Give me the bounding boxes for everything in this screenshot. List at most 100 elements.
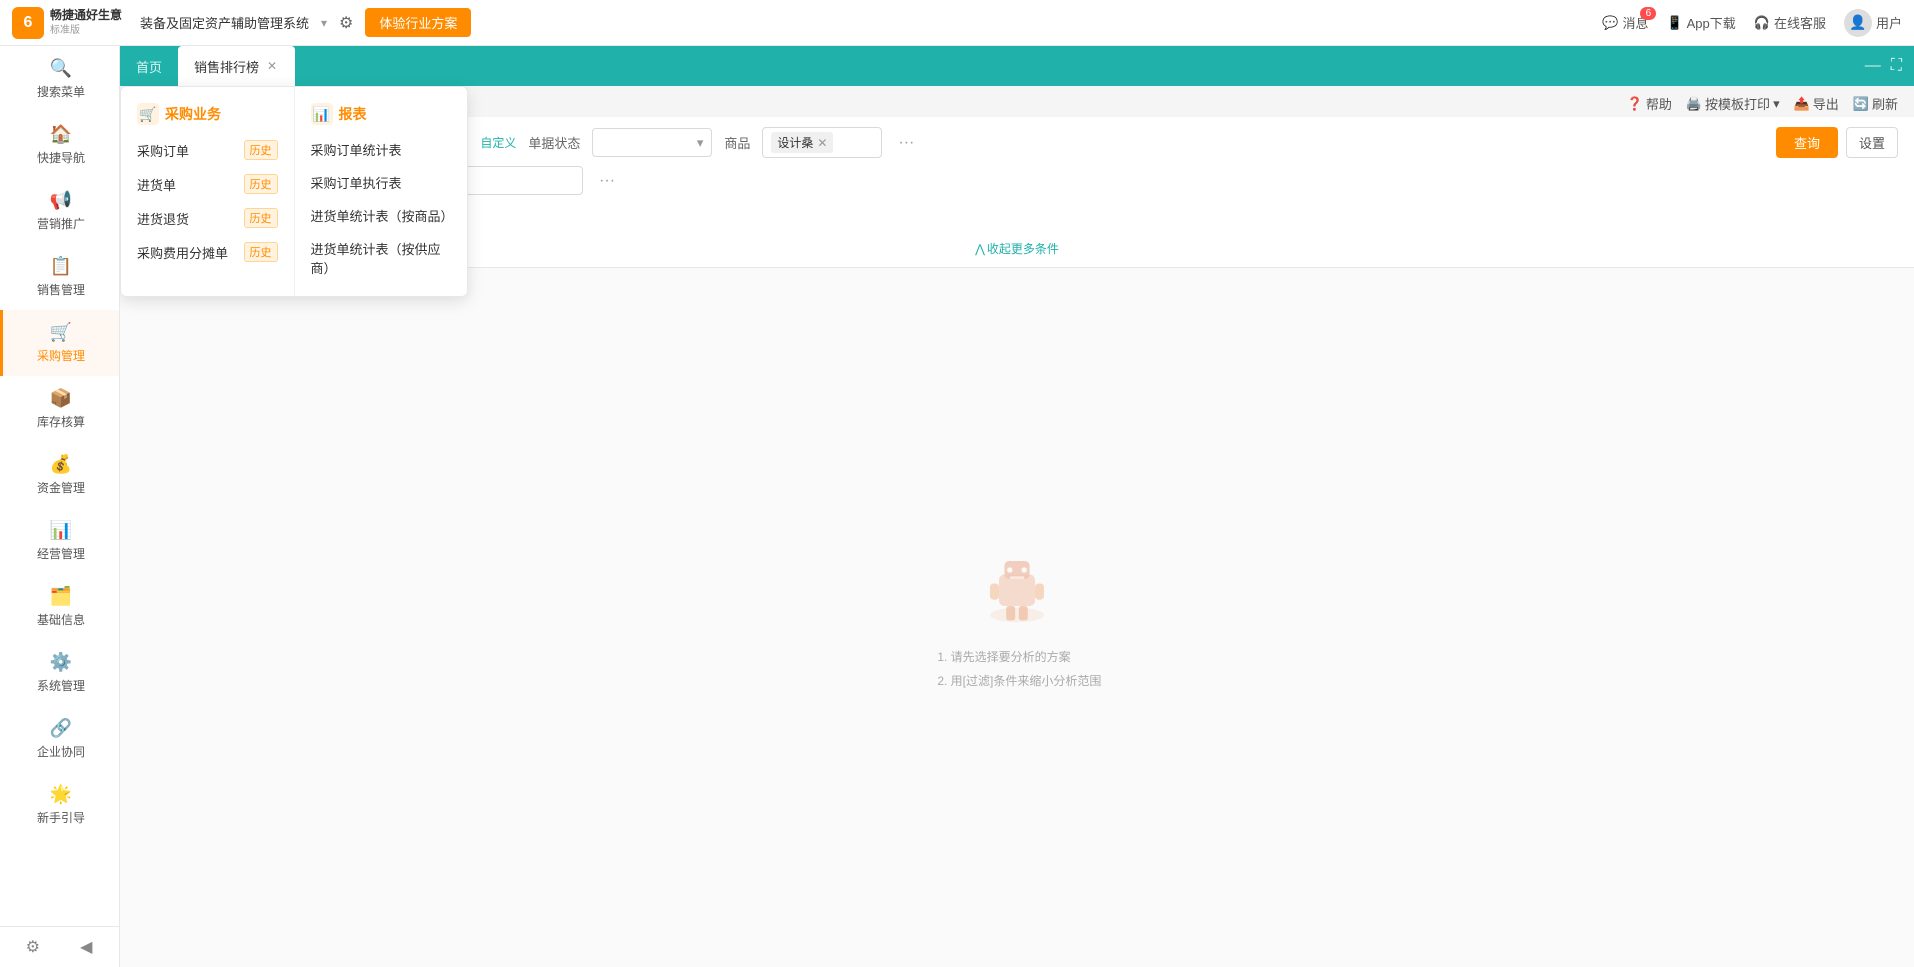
system-icon: ⚙️ [50,652,72,673]
filter-actions: 查询 设置 [1776,127,1898,158]
content-area: 首页 销售排行榜 ✕ — ⛶ 🛒 采购业务 采购订单 历 [120,46,1914,967]
search-icon: 🔍 [50,58,72,79]
collapse-arrow-icon: ⋀ [975,242,985,256]
tab-minimize-icon[interactable]: — [1865,57,1881,75]
history-tag-2: 历史 [244,208,278,228]
sidebar-item-purchase[interactable]: 🛒 采购管理 [0,310,119,376]
help-icon: ❓ [1627,96,1643,112]
salesman-more-btn[interactable]: ··· [595,172,619,190]
sidebar-item-sales[interactable]: 📋 销售管理 [0,244,119,310]
empty-illustration [972,543,1062,633]
online-service-item[interactable]: 🎧 在线客服 [1754,13,1826,32]
logo-area: 6 畅捷通好生意 标准版 [12,7,132,39]
history-tag-3: 历史 [244,242,278,262]
sidebar-item-enterprise[interactable]: 🔗 企业协同 [0,706,119,772]
collapse-button[interactable]: ⋀ 收起更多条件 [975,240,1059,257]
report-col: 📊 报表 采购订单统计表 采购订单执行表 进货单统计表（按商品） 进货单统计表（… [295,87,468,296]
sidebar-collapse-button[interactable]: ◀ [64,937,110,957]
sidebar-item-guide[interactable]: 🌟 新手引导 [0,772,119,838]
refresh-button[interactable]: 🔄 刷新 [1853,94,1898,113]
sidebar-item-finance[interactable]: 💰 资金管理 [0,442,119,508]
dropdown-item-return[interactable]: 进货退货 历史 [121,201,294,235]
dropdown-item-incoming[interactable]: 进货单 历史 [121,167,294,201]
sidebar-item-system[interactable]: ⚙️ 系统管理 [0,640,119,706]
voucher-status-select[interactable]: ▾ [592,128,712,157]
tab-close-icon[interactable]: ✕ [265,57,279,75]
goods-label: 商品 [724,133,750,152]
sidebar-item-inventory[interactable]: 📦 库存核算 [0,376,119,442]
empty-hints: 请先选择要分析的方案 用[过滤]条件来缩小分析范围 [933,645,1102,693]
goods-more-btn[interactable]: ··· [894,134,918,152]
finance-icon: 💰 [50,454,72,475]
goods-tag: 设计桑 ✕ [771,132,833,153]
report-header-icon: 📊 [311,103,333,125]
main-content: 请先选择要分析的方案 用[过滤]条件来缩小分析范围 [120,268,1914,967]
export-icon: 📤 [1794,96,1810,112]
sidebar: 🔍 搜索菜单 🏠 快捷导航 📢 营销推广 📋 销售管理 🛒 采购管理 📦 库存核… [0,46,120,967]
sidebar-item-quick-nav[interactable]: 🏠 快捷导航 [0,112,119,178]
messages-item[interactable]: 💬 消息 6 [1602,13,1648,32]
voucher-status-label: 单据状态 [528,133,580,152]
history-tag-0: 历史 [244,140,278,160]
dropdown-item-report-2[interactable]: 进货单统计表（按商品） [295,199,468,232]
guide-icon: 🌟 [50,784,72,805]
query-button[interactable]: 查询 [1776,127,1838,158]
avatar: 👤 [1844,9,1872,37]
purchase-header: 🛒 采购业务 [121,99,294,133]
operations-icon: 📊 [50,520,72,541]
logo-icon: 6 [12,7,44,39]
home-icon: 🏠 [50,124,72,145]
dropdown-item-report-1[interactable]: 采购订单执行表 [295,166,468,199]
headset-icon: 🎧 [1754,15,1770,31]
export-button[interactable]: 📤 导出 [1794,94,1839,113]
report-header: 📊 报表 [295,99,468,133]
main-layout: 🔍 搜索菜单 🏠 快捷导航 📢 营销推广 📋 销售管理 🛒 采购管理 📦 库存核… [0,46,1914,967]
goods-tag-remove[interactable]: ✕ [817,136,827,150]
sidebar-bottom: ⚙ ◀ [0,926,119,967]
top-bar: 6 畅捷通好生意 标准版 装备及固定资产辅助管理系统 ▾ ⚙ 体验行业方案 💬 … [0,0,1914,46]
refresh-icon: 🔄 [1853,96,1869,112]
sales-icon: 📋 [50,256,72,277]
sidebar-item-marketing[interactable]: 📢 营销推广 [0,178,119,244]
tab-sales-rank[interactable]: 销售排行榜 ✕ [178,46,295,86]
voucher-status-caret: ▾ [697,135,704,151]
tab-home[interactable]: 首页 [120,46,178,86]
history-tag-1: 历史 [244,174,278,194]
sidebar-item-basic-info[interactable]: 🗂️ 基础信息 [0,574,119,640]
tab-bar: 首页 销售排行榜 ✕ — ⛶ [120,46,1914,86]
settings-button[interactable]: 设置 [1846,127,1898,158]
help-button[interactable]: ❓ 帮助 [1627,94,1672,113]
empty-state: 请先选择要分析的方案 用[过滤]条件来缩小分析范围 [933,543,1102,693]
print-icon: 🖨️ [1686,96,1702,112]
dropdown-item-report-0[interactable]: 采购订单统计表 [295,133,468,166]
sidebar-item-search[interactable]: 🔍 搜索菜单 [0,46,119,112]
system-dropdown-arrow[interactable]: ▾ [321,16,327,30]
marketing-icon: 📢 [50,190,72,211]
inventory-icon: 📦 [50,388,72,409]
system-settings-icon[interactable]: ⚙ [339,13,353,33]
dropdown-item-purchase-order[interactable]: 采购订单 历史 [121,133,294,167]
print-dropdown-icon[interactable]: ▾ [1773,96,1780,112]
user-item[interactable]: 👤 用户 [1844,9,1902,37]
dropdown-item-expense[interactable]: 采购费用分摊单 历史 [121,235,294,269]
sidebar-item-operations[interactable]: 📊 经营管理 [0,508,119,574]
industry-button[interactable]: 体验行业方案 [365,8,471,37]
print-button[interactable]: 🖨️ 按模板打印 ▾ [1686,94,1780,113]
sidebar-settings-button[interactable]: ⚙ [10,937,56,957]
phone-icon: 📱 [1666,15,1682,31]
top-bar-right: 💬 消息 6 📱 App下载 🎧 在线客服 👤 用户 [1602,9,1902,37]
purchase-header-icon: 🛒 [137,103,159,125]
app-download-item[interactable]: 📱 App下载 [1666,13,1735,32]
basic-info-icon: 🗂️ [50,586,72,607]
goods-select[interactable]: 设计桑 ✕ [762,127,882,158]
tab-maximize-icon[interactable]: ⛶ [1891,57,1902,75]
system-title: 装备及固定资产辅助管理系统 [140,13,309,32]
dropdown-item-report-3[interactable]: 进货单统计表（按供应商） [295,232,468,284]
logo-text: 畅捷通好生意 标准版 [50,8,122,37]
message-icon: 💬 [1602,15,1618,31]
enterprise-icon: 🔗 [50,718,72,739]
shortcut-custom[interactable]: 自定义 [480,134,516,151]
purchase-icon: 🛒 [50,322,72,343]
purchase-col: 🛒 采购业务 采购订单 历史 进货单 历史 进货退货 历史 采购费用分摊单 [121,87,295,296]
tab-right-icons: — ⛶ [1865,57,1914,75]
